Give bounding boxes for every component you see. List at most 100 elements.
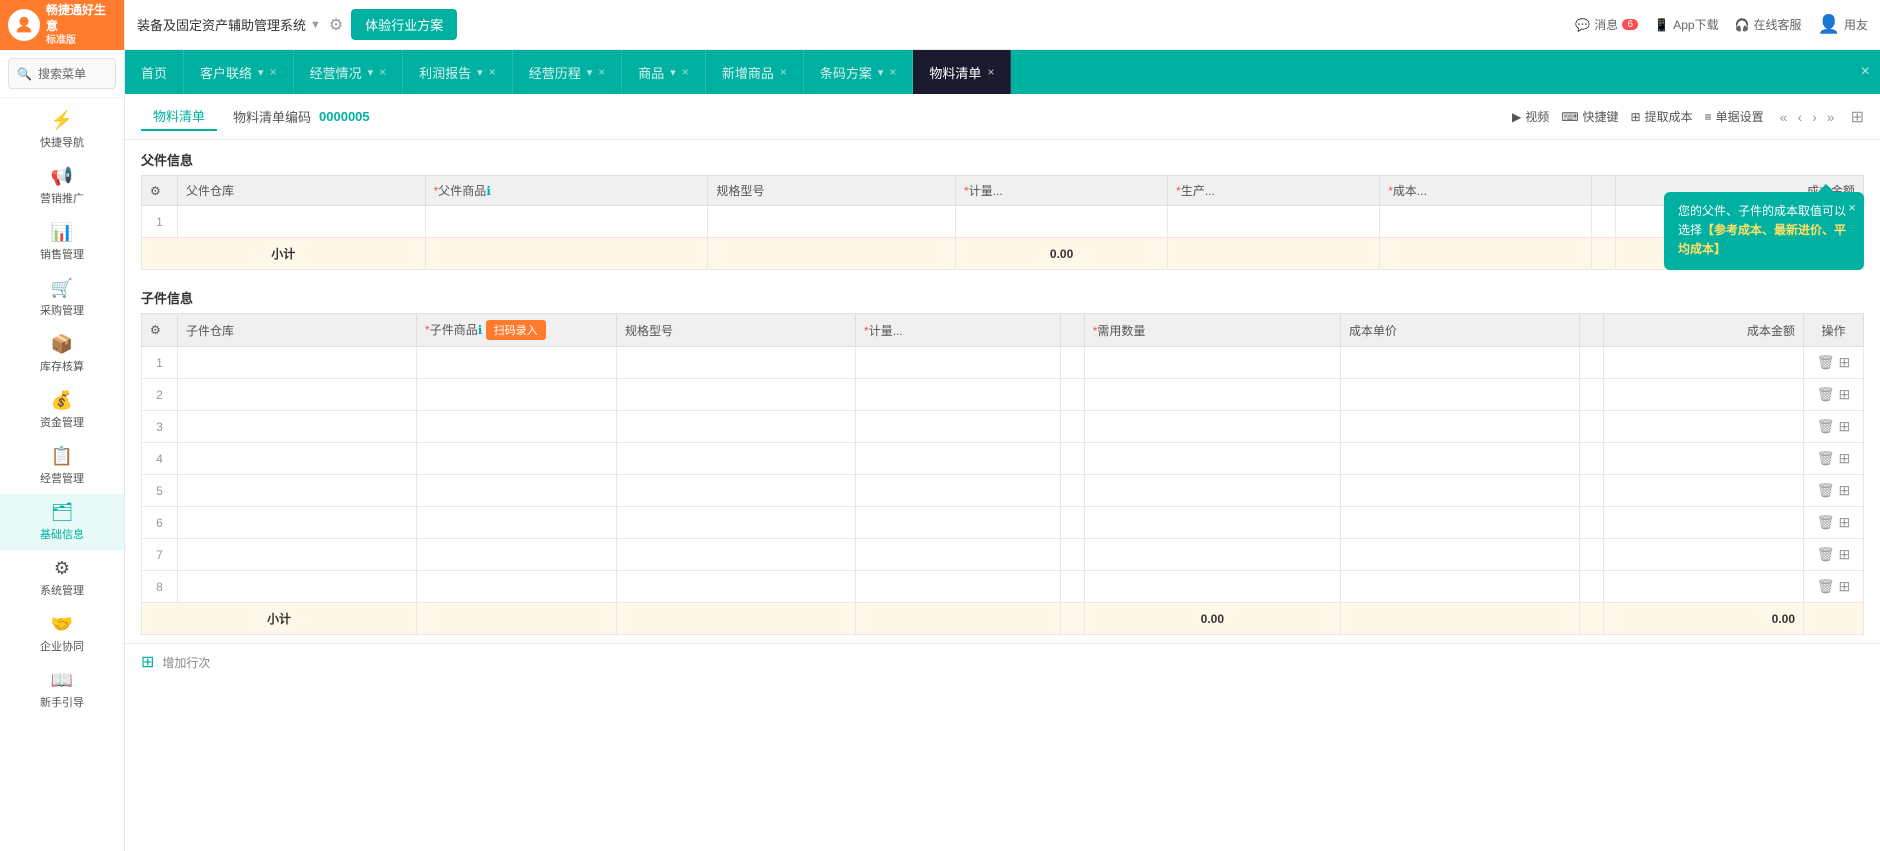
child-row-2-warehouse[interactable] [178,379,417,411]
app-download-item[interactable]: 📱 App下载 [1654,16,1718,33]
tab-goods-close[interactable]: × [682,65,689,79]
child-row-6-unit-cost[interactable] [1340,507,1579,539]
child-row-2-need-qty[interactable] [1084,379,1340,411]
parent-row-1-cost[interactable] [1380,206,1592,238]
child-col-settings[interactable]: ⚙ [142,314,178,347]
child-row-7-need-qty[interactable] [1084,539,1340,571]
child-row-3-need-qty[interactable] [1084,411,1340,443]
child-row-2-unit-cost[interactable] [1340,379,1579,411]
child-row-4-qty[interactable] [856,443,1061,475]
single-settings-button[interactable]: ≡ 单据设置 [1705,108,1764,125]
copy-row-6-button[interactable]: ⊞ [1839,514,1851,531]
child-row-7-goods[interactable] [417,539,617,571]
parent-col-settings[interactable]: ⚙ [142,176,178,206]
tab-bom[interactable]: 物料清单 × [913,50,1011,94]
child-row-8-goods[interactable] [417,571,617,603]
child-row-2-spec[interactable] [617,379,856,411]
menu-grid-icon[interactable]: ⊞ [1851,107,1864,127]
tab-profit-close[interactable]: × [489,65,496,79]
sidebar-item-system[interactable]: ⚙ 系统管理 [0,550,124,606]
system-title-dropdown[interactable]: 装备及固定资产辅助管理系统 ▼ [137,15,321,34]
tab-bom-close[interactable]: × [987,65,994,79]
child-row-1-qty[interactable] [856,347,1061,379]
child-row-3-warehouse[interactable] [178,411,417,443]
child-row-1-spec[interactable] [617,347,856,379]
child-row-8-unit-cost[interactable] [1340,571,1579,603]
scan-input-button[interactable]: 扫码录入 [486,320,546,340]
copy-row-3-button[interactable]: ⊞ [1839,418,1851,435]
tab-customer[interactable]: 客户联络 ▾ × [184,50,294,94]
delete-row-2-button[interactable]: 🗑 [1817,386,1835,403]
copy-row-1-button[interactable]: ⊞ [1839,354,1851,371]
tab-home[interactable]: 首页 [125,50,184,94]
extract-cost-button[interactable]: ⊞ 提取成本 [1631,108,1693,125]
messages-item[interactable]: 💬 消息 6 [1575,16,1638,33]
child-row-7-unit-cost[interactable] [1340,539,1579,571]
parent-row-1-goods[interactable] [425,206,708,238]
delete-row-6-button[interactable]: 🗑 [1817,514,1835,531]
tab-customer-close[interactable]: × [270,65,277,79]
tab-add-goods-close[interactable]: × [780,65,787,79]
delete-row-8-button[interactable]: 🗑 [1817,578,1835,595]
copy-row-7-button[interactable]: ⊞ [1839,546,1851,563]
tab-goods[interactable]: 商品 ▾ × [622,50,706,94]
user-item[interactable]: 👤 用友 [1818,14,1868,35]
delete-row-4-button[interactable]: 🗑 [1817,450,1835,467]
tab-operations-close[interactable]: × [379,65,386,79]
child-row-8-need-qty[interactable] [1084,571,1340,603]
child-row-5-unit-cost[interactable] [1340,475,1579,507]
sidebar-item-quick-nav[interactable]: ⚡ 快捷导航 [0,102,124,158]
child-row-5-qty[interactable] [856,475,1061,507]
search-menu-button[interactable]: 🔍 搜索菜单 [8,58,116,89]
child-row-4-warehouse[interactable] [178,443,417,475]
add-row-text[interactable]: 增加行次 [162,654,210,671]
child-row-5-goods[interactable] [417,475,617,507]
prev-doc-button[interactable]: ‹ [1793,107,1806,127]
child-row-3-spec[interactable] [617,411,856,443]
parent-row-1-warehouse[interactable] [178,206,426,238]
child-row-4-goods[interactable] [417,443,617,475]
tab-barcode-close[interactable]: × [889,65,896,79]
delete-row-3-button[interactable]: 🗑 [1817,418,1835,435]
parent-row-1-produce[interactable] [1168,206,1380,238]
child-row-4-unit-cost[interactable] [1340,443,1579,475]
sidebar-item-marketing[interactable]: 📢 营销推广 [0,158,124,214]
tab-history-close[interactable]: × [598,65,605,79]
child-row-6-need-qty[interactable] [1084,507,1340,539]
trial-button[interactable]: 体验行业方案 [351,9,457,40]
child-row-8-qty[interactable] [856,571,1061,603]
child-row-1-need-qty[interactable] [1084,347,1340,379]
copy-row-5-button[interactable]: ⊞ [1839,482,1851,499]
child-row-6-goods[interactable] [417,507,617,539]
child-row-2-qty[interactable] [856,379,1061,411]
child-row-6-spec[interactable] [617,507,856,539]
last-doc-button[interactable]: » [1823,107,1839,127]
online-service-item[interactable]: 🎧 在线客服 [1735,16,1802,33]
child-row-7-qty[interactable] [856,539,1061,571]
tab-profit[interactable]: 利润报告 ▾ × [403,50,513,94]
delete-row-7-button[interactable]: 🗑 [1817,546,1835,563]
sidebar-item-operations[interactable]: 📋 经营管理 [0,438,124,494]
parent-row-1-spec[interactable] [708,206,956,238]
sub-tab-bom-list[interactable]: 物料清单 [141,102,217,131]
child-row-8-warehouse[interactable] [178,571,417,603]
copy-row-2-button[interactable]: ⊞ [1839,386,1851,403]
delete-row-5-button[interactable]: 🗑 [1817,482,1835,499]
sidebar-item-purchase[interactable]: 🛒 采购管理 [0,270,124,326]
settings-icon[interactable]: ⚙ [329,15,343,35]
sidebar-item-finance[interactable]: 💰 资金管理 [0,382,124,438]
delete-row-1-button[interactable]: 🗑 [1817,354,1835,371]
view-button[interactable]: ▶ 视频 [1512,108,1549,125]
tab-operations[interactable]: 经营情况 ▾ × [294,50,404,94]
child-row-3-goods[interactable] [417,411,617,443]
child-row-1-warehouse[interactable] [178,347,417,379]
tab-history[interactable]: 经营历程 ▾ × [513,50,623,94]
sidebar-item-guide[interactable]: 📖 新手引导 [0,662,124,718]
sidebar-item-enterprise[interactable]: 🤝 企业协同 [0,606,124,662]
tab-add-goods[interactable]: 新增商品 × [706,50,804,94]
first-doc-button[interactable]: « [1776,107,1792,127]
child-row-5-warehouse[interactable] [178,475,417,507]
close-all-tabs-button[interactable]: × [1851,50,1880,94]
sidebar-item-inventory[interactable]: 📦 库存核算 [0,326,124,382]
child-row-5-spec[interactable] [617,475,856,507]
